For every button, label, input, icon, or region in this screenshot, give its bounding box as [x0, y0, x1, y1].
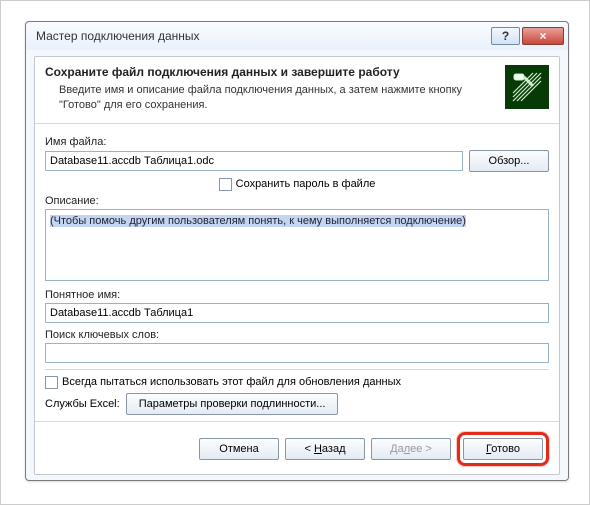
keywords-label: Поиск ключевых слов: [45, 329, 549, 341]
cancel-button[interactable]: Отмена [199, 438, 279, 460]
titlebar: Мастер подключения данных ? × [26, 22, 568, 50]
friendly-name-label: Понятное имя: [45, 289, 549, 301]
header-title: Сохраните файл подключения данных и заве… [45, 65, 497, 79]
help-icon: ? [502, 29, 509, 43]
separator [45, 369, 549, 370]
close-button[interactable]: × [522, 27, 564, 45]
next-button: Далее > [371, 438, 451, 460]
browse-button[interactable]: Обзор... [469, 150, 549, 172]
save-password-checkbox[interactable] [219, 178, 232, 191]
window-title: Мастер подключения данных [36, 29, 489, 43]
wizard-panel: Сохраните файл подключения данных и заве… [34, 56, 560, 475]
close-icon: × [539, 29, 546, 43]
connection-icon [505, 65, 549, 109]
done-highlight: Готово [457, 432, 549, 466]
always-use-checkbox[interactable] [45, 376, 58, 389]
dialog-body: Сохраните файл подключения данных и заве… [26, 50, 568, 483]
friendly-name-input[interactable] [45, 303, 549, 323]
back-button[interactable]: < Назад [285, 438, 365, 460]
dialog-window: Мастер подключения данных ? × Сохраните … [25, 21, 569, 481]
description-label: Описание: [45, 195, 549, 207]
wizard-footer: Отмена < Назад Далее > Готово [35, 421, 559, 474]
wizard-content: Имя файла: Обзор... Сохранить пароль в ф… [35, 124, 559, 421]
done-button[interactable]: Готово [463, 438, 543, 460]
excel-services-label: Службы Excel: [45, 398, 120, 410]
always-use-row: Всегда пытаться использовать этот файл д… [45, 376, 549, 389]
excel-services-row: Службы Excel: Параметры проверки подлинн… [45, 393, 549, 415]
wizard-header: Сохраните файл подключения данных и заве… [35, 57, 559, 124]
save-password-row: Сохранить пароль в файле [45, 178, 549, 191]
description-text: (Чтобы помочь другим пользователям понят… [50, 215, 466, 227]
header-subtitle: Введите имя и описание файла подключения… [59, 83, 497, 113]
auth-options-button[interactable]: Параметры проверки подлинности... [126, 393, 339, 415]
filename-label: Имя файла: [45, 136, 549, 148]
description-textarea[interactable]: (Чтобы помочь другим пользователям понят… [45, 209, 549, 281]
save-password-label: Сохранить пароль в файле [236, 178, 376, 190]
wizard-header-text: Сохраните файл подключения данных и заве… [45, 65, 497, 113]
keywords-input[interactable] [45, 343, 549, 363]
help-button[interactable]: ? [491, 27, 520, 45]
filename-input[interactable] [45, 151, 463, 171]
always-use-label: Всегда пытаться использовать этот файл д… [62, 376, 401, 388]
